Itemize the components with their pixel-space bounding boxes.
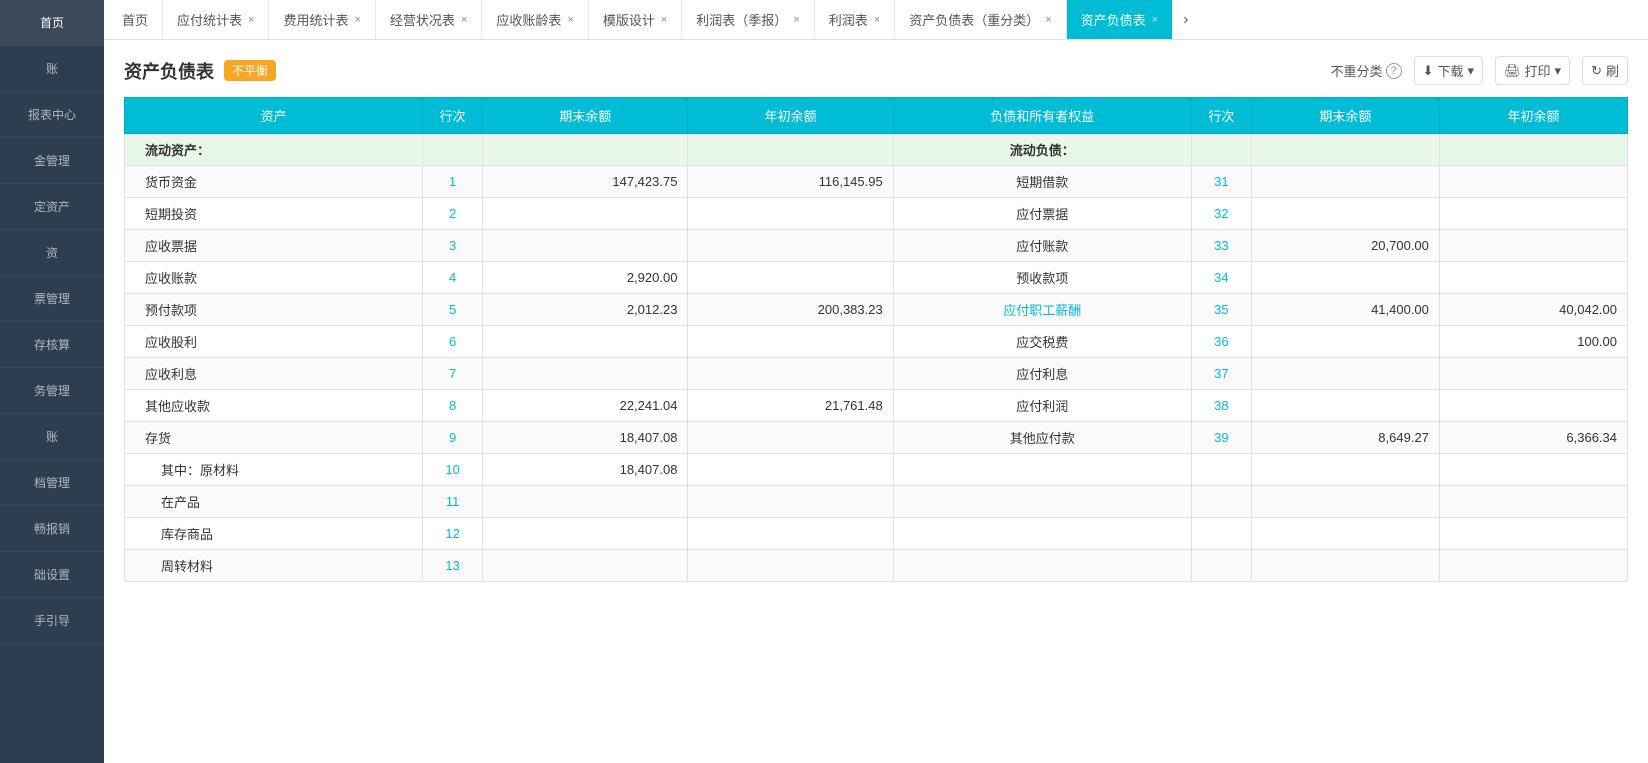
close-tab-business-status[interactable]: × [461, 14, 467, 26]
refresh-button[interactable]: ↻ 刷 [1582, 56, 1628, 85]
table-row: 货币资金 1 147,423.75 116,145.95 短期借款 31 [125, 166, 1628, 198]
table-row: 在产品 11 [125, 486, 1628, 518]
sidebar-item-archives[interactable]: 档管理 [0, 460, 104, 506]
tab-profit-quarterly[interactable]: 利润表（季报） × [682, 0, 814, 40]
table-row: 周转材料 13 [125, 550, 1628, 582]
dropdown-arrow-icon: ▾ [1467, 63, 1474, 79]
tab-receivable-aging[interactable]: 应收账龄表 × [482, 0, 588, 40]
page-header: 资产负债表 不平衡 不重分类 ? ⬇ 下载 ▾ 🖨 打印 ▾ [124, 56, 1628, 85]
sidebar-item-accounts[interactable]: 账 [0, 46, 104, 92]
table-row: 存货 9 18,407.08 其他应付款 39 8,649.27 6,366.3… [125, 422, 1628, 454]
table-row: 其他应收款 8 22,241.04 21,761.48 应付利润 38 [125, 390, 1628, 422]
help-icon[interactable]: ? [1386, 63, 1402, 79]
table-row: 应收票据 3 应付账款 33 20,700.00 [125, 230, 1628, 262]
sidebar: 首页 账 报表中心 金管理 定资产 资 票管理 存核算 务管理 账 档管理 畅报… [0, 0, 104, 763]
tab-balance-sheet[interactable]: 资产负债表 × [1067, 0, 1173, 40]
close-tab-expense-stats[interactable]: × [354, 14, 360, 26]
download-icon: ⬇ [1423, 63, 1434, 79]
close-tab-balance-sheet[interactable]: × [1152, 14, 1158, 26]
section-label-liabilities: 流动负债： [893, 134, 1191, 166]
close-tab-profit-quarterly[interactable]: × [793, 14, 799, 26]
no-reclassify-toggle[interactable]: 不重分类 ? [1331, 61, 1402, 80]
refresh-icon: ↻ [1591, 63, 1602, 79]
table-row: 库存商品 12 [125, 518, 1628, 550]
close-tab-balance-reclassified[interactable]: × [1045, 14, 1051, 26]
report-table: 资产 行次 期末余额 年初余额 负债和所有者权益 行次 期末余额 年初余额 流动… [124, 97, 1628, 582]
sidebar-item-home[interactable]: 首页 [0, 0, 104, 46]
table-row: 其中：原材料 10 18,407.08 [125, 454, 1628, 486]
print-dropdown-icon: ▾ [1555, 63, 1562, 79]
page-title: 资产负债表 [124, 58, 214, 84]
header-row-num-left: 行次 [423, 98, 483, 134]
sidebar-item-tax[interactable]: 务管理 [0, 368, 104, 414]
balance-badge: 不平衡 [224, 60, 276, 81]
print-button[interactable]: 🖨 打印 ▾ [1495, 56, 1570, 85]
sidebar-item-ledger[interactable]: 账 [0, 414, 104, 460]
table-row: 应收股利 6 应交税费 36 100.00 [125, 326, 1628, 358]
sidebar-item-reports[interactable]: 报表中心 [0, 92, 104, 138]
header-liabilities: 负债和所有者权益 [893, 98, 1191, 134]
header-end-balance-right: 期末余额 [1251, 98, 1439, 134]
main-area: 首页 应付统计表 × 费用统计表 × 经营状况表 × 应收账龄表 × 模版设计 … [104, 0, 1648, 763]
tab-home[interactable]: 首页 [108, 0, 163, 40]
tab-template-design[interactable]: 模版设计 × [589, 0, 682, 40]
tab-payable-stats[interactable]: 应付统计表 × [163, 0, 269, 40]
close-tab-profit[interactable]: × [874, 14, 880, 26]
close-tab-receivable-aging[interactable]: × [567, 14, 573, 26]
sidebar-item-settings[interactable]: 础设置 [0, 552, 104, 598]
header-end-balance-left: 期末余额 [483, 98, 688, 134]
close-tab-template-design[interactable]: × [661, 14, 667, 26]
header-assets: 资产 [125, 98, 423, 134]
tab-business-status[interactable]: 经营状况表 × [376, 0, 482, 40]
sidebar-item-expenses[interactable]: 畅报销 [0, 506, 104, 552]
header-start-balance-left: 年初余额 [688, 98, 893, 134]
table-row: 预付款项 5 2,012.23 200,383.23 应付职工薪酬 35 41,… [125, 294, 1628, 326]
tab-expense-stats[interactable]: 费用统计表 × [269, 0, 375, 40]
content-area: 资产负债表 不平衡 不重分类 ? ⬇ 下载 ▾ 🖨 打印 ▾ [104, 40, 1648, 763]
section-current-assets: 流动资产： 流动负债： [125, 134, 1628, 166]
tab-bar: 首页 应付统计表 × 费用统计表 × 经营状况表 × 应收账龄表 × 模版设计 … [104, 0, 1648, 40]
table-row: 应收利息 7 应付利息 37 [125, 358, 1628, 390]
sidebar-item-investment[interactable]: 资 [0, 230, 104, 276]
table-row: 应收账款 4 2,920.00 预收款项 34 [125, 262, 1628, 294]
toolbar-right: 不重分类 ? ⬇ 下载 ▾ 🖨 打印 ▾ ↻ 刷 [1331, 56, 1628, 85]
sidebar-item-cash[interactable]: 金管理 [0, 138, 104, 184]
section-label-assets: 流动资产： [125, 134, 423, 166]
sidebar-item-guide[interactable]: 手引导 [0, 598, 104, 644]
print-icon: 🖨 [1504, 63, 1521, 79]
page-title-area: 资产负债表 不平衡 [124, 58, 276, 84]
header-row-num-right: 行次 [1191, 98, 1251, 134]
table-row: 短期投资 2 应付票据 32 [125, 198, 1628, 230]
tab-profit[interactable]: 利润表 × [815, 0, 895, 40]
header-start-balance-right: 年初余额 [1439, 98, 1627, 134]
tab-scroll-right[interactable]: › [1173, 11, 1198, 29]
download-button[interactable]: ⬇ 下载 ▾ [1414, 56, 1483, 85]
tab-balance-reclassified[interactable]: 资产负债表（重分类） × [895, 0, 1066, 40]
sidebar-item-inventory[interactable]: 存核算 [0, 322, 104, 368]
sidebar-item-fixed-assets[interactable]: 定资产 [0, 184, 104, 230]
close-tab-payable-stats[interactable]: × [248, 14, 254, 26]
sidebar-item-tickets[interactable]: 票管理 [0, 276, 104, 322]
